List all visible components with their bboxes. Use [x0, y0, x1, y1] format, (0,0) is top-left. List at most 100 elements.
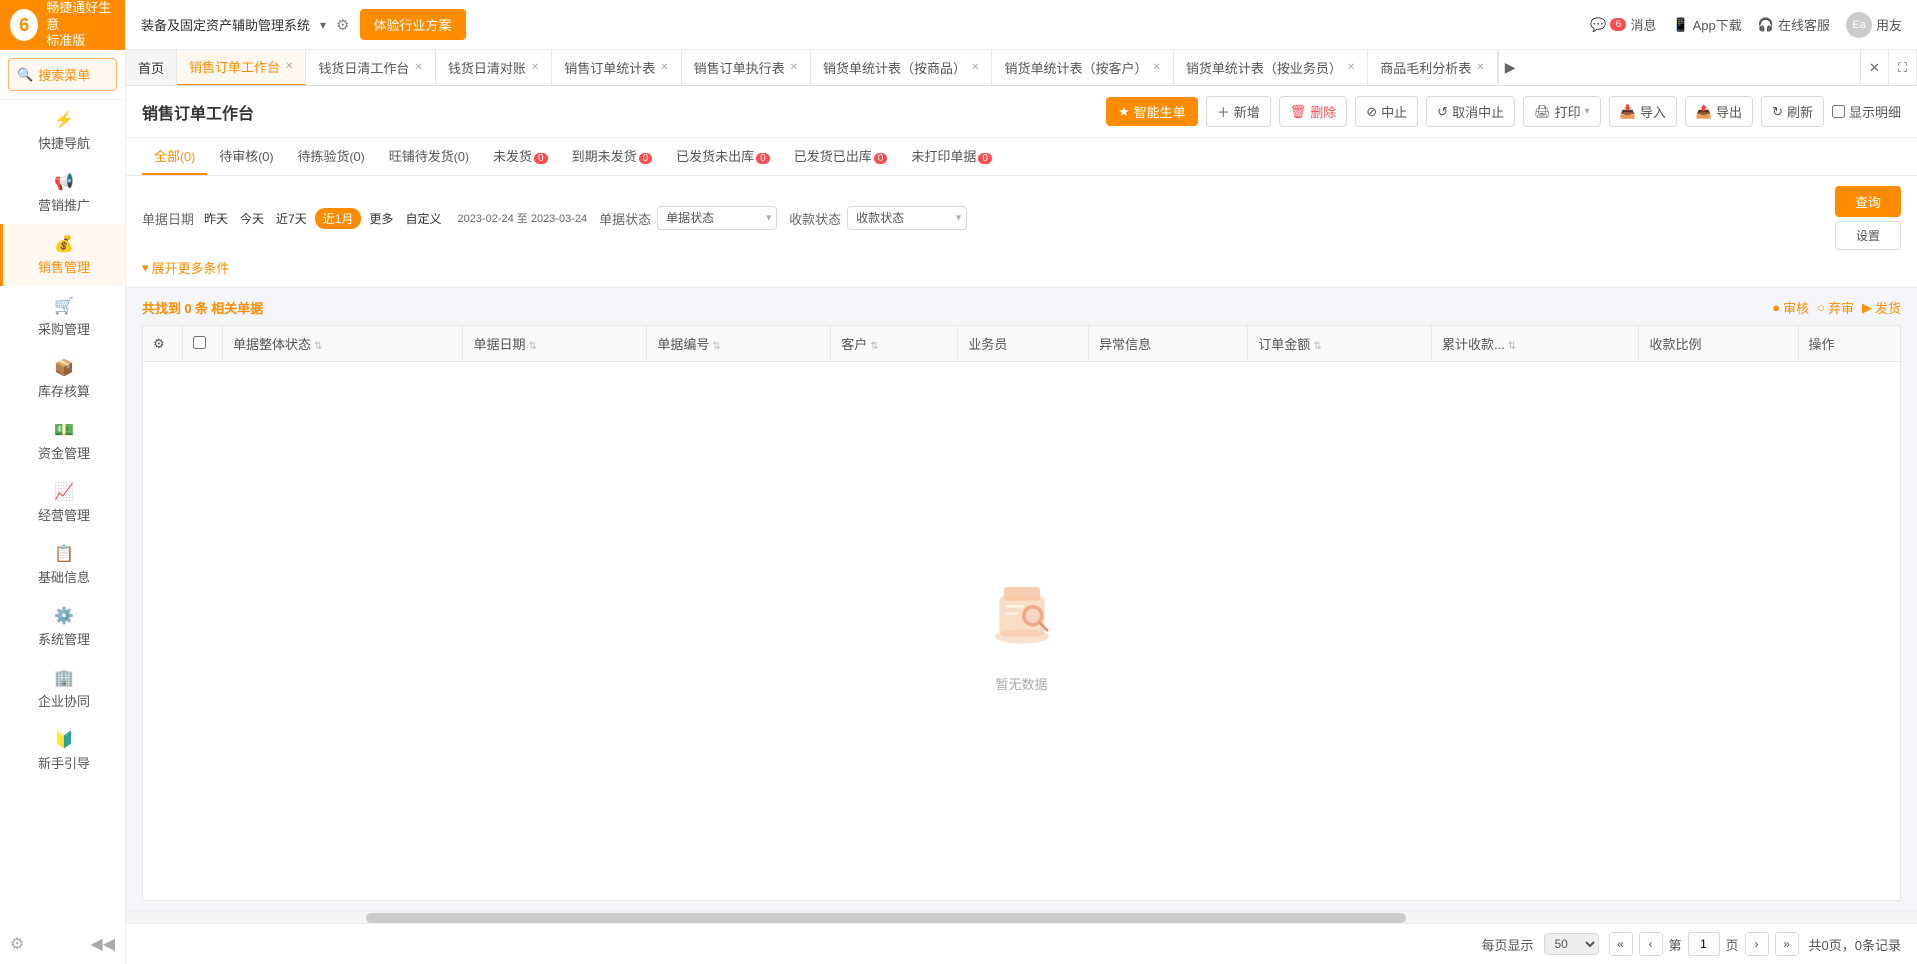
th-settings[interactable]: ⚙: [143, 326, 183, 362]
empty-svg: [977, 569, 1067, 659]
payment-select[interactable]: 收款状态: [847, 206, 967, 230]
tab-gross-profit[interactable]: 商品毛利分析表 ✕: [1368, 50, 1497, 86]
stop-button[interactable]: ⊘ 中止: [1355, 96, 1418, 127]
next-page-button[interactable]: ›: [1745, 932, 1769, 956]
sidebar-item-guide[interactable]: 🔰 新手引导: [0, 720, 125, 782]
prev-page-button[interactable]: ‹: [1639, 932, 1663, 956]
tab-shipment-customer[interactable]: 销货单统计表（按客户） ✕: [992, 50, 1173, 86]
tab-shipment-product[interactable]: 销货单统计表（按商品） ✕: [811, 50, 992, 86]
search-menu-button[interactable]: 🔍 搜索菜单: [8, 58, 117, 91]
settings-icon[interactable]: ⚙: [336, 16, 349, 34]
close-other-tabs-button[interactable]: ✕: [1861, 50, 1889, 86]
th-checkbox[interactable]: [183, 326, 223, 362]
sort-customer-icon[interactable]: ⇅: [870, 341, 878, 352]
status-select[interactable]: 单据状态: [657, 206, 777, 230]
sub-tab-not-printed[interactable]: 未打印单据0: [899, 138, 1004, 175]
last-page-button[interactable]: »: [1775, 932, 1799, 956]
query-button[interactable]: 查询: [1835, 186, 1901, 217]
tab-sales-stats[interactable]: 销售订单统计表 ✕: [552, 50, 681, 86]
tab-close-sales-stats[interactable]: ✕: [660, 62, 668, 73]
tab-close-cash-reconcile[interactable]: ✕: [531, 62, 539, 73]
show-detail-checkbox-label[interactable]: 显示明细: [1832, 102, 1901, 121]
ship-button[interactable]: ▶ 发货: [1862, 298, 1901, 317]
settings-icon[interactable]: ⚙: [10, 934, 24, 954]
scrollbar-thumb[interactable]: [366, 913, 1406, 923]
sub-tab-shipped-not-out[interactable]: 已发货未出库0: [664, 138, 782, 175]
sidebar-item-operation[interactable]: 📈 经营管理: [0, 472, 125, 534]
sidebar-item-purchase[interactable]: 🛒 采购管理: [0, 286, 125, 348]
tab-close-gross-profit[interactable]: ✕: [1476, 62, 1484, 73]
date-yesterday[interactable]: 昨天: [200, 208, 232, 229]
sidebar-item-marketing[interactable]: 📢 营销推广: [0, 162, 125, 224]
sub-tab-shipped-out[interactable]: 已发货已出库0: [782, 138, 900, 175]
message-badge: 6: [1610, 18, 1626, 31]
maximize-tab-button[interactable]: ⛶: [1889, 50, 1917, 86]
tab-home[interactable]: 首页: [126, 50, 177, 86]
online-service-button[interactable]: 🎧 在线客服: [1758, 15, 1830, 34]
tab-cash-daily[interactable]: 钱货日清工作台 ✕: [306, 50, 435, 86]
sort-amount-icon[interactable]: ⇅: [1313, 341, 1321, 352]
app-download-button[interactable]: 📱 App下载: [1672, 15, 1741, 34]
tab-sales-order-workbench[interactable]: 销售订单工作台 ✕: [177, 50, 306, 86]
system-title: 装备及固定资产辅助管理系统: [141, 15, 310, 34]
first-page-button[interactable]: «: [1609, 932, 1633, 956]
message-button[interactable]: 💬 6 消息: [1590, 15, 1656, 34]
add-button[interactable]: ＋ 新增: [1206, 96, 1271, 127]
collapse-sidebar-button[interactable]: ◀◀: [90, 934, 115, 954]
tab-shipment-staff[interactable]: 销货单统计表（按业务员） ✕: [1174, 50, 1368, 86]
tab-cash-reconcile[interactable]: 钱货日清对账 ✕: [436, 50, 552, 86]
sub-tab-all[interactable]: 全部(0): [142, 138, 207, 175]
page-number-input[interactable]: [1688, 932, 1720, 956]
audit-button[interactable]: ● 审核: [1772, 298, 1809, 317]
date-7days[interactable]: 近7天: [272, 208, 311, 229]
page-size-select[interactable]: 50 10 20 100: [1544, 933, 1599, 955]
system-dropdown-button[interactable]: ▾: [320, 18, 326, 32]
cancel-audit-button[interactable]: ○ 弃审: [1817, 298, 1854, 317]
user-menu-button[interactable]: Ea 用友: [1846, 12, 1902, 38]
tab-close-sales-order[interactable]: ✕: [285, 61, 293, 72]
smart-create-button[interactable]: ★ 智能生单: [1106, 97, 1198, 126]
show-detail-checkbox[interactable]: [1832, 105, 1845, 118]
date-custom[interactable]: 自定义: [401, 208, 445, 229]
sub-tab-pending-check[interactable]: 待拣验货(0): [286, 138, 377, 175]
sidebar-item-quick-nav[interactable]: ⚡ 快捷导航: [0, 100, 125, 162]
tab-close-cash-daily[interactable]: ✕: [414, 62, 422, 73]
expand-filter-button[interactable]: ▾ 展开更多条件: [142, 258, 230, 277]
th-staff: 业务员: [958, 326, 1089, 362]
export-button[interactable]: 📤 导出: [1685, 96, 1753, 127]
sort-date-icon[interactable]: ⇅: [529, 341, 537, 352]
sidebar-item-system[interactable]: ⚙️ 系统管理: [0, 596, 125, 658]
sidebar-item-basic[interactable]: 📋 基础信息: [0, 534, 125, 596]
tabs-scroll-right[interactable]: ▶: [1498, 50, 1522, 86]
tab-close-shipment-customer[interactable]: ✕: [1152, 62, 1160, 73]
sub-tab-not-shipped[interactable]: 未发货0: [481, 138, 560, 175]
date-today[interactable]: 今天: [236, 208, 268, 229]
tab-close-sales-exec[interactable]: ✕: [790, 62, 798, 73]
sidebar-item-finance[interactable]: 💵 资金管理: [0, 410, 125, 472]
sub-tab-wangpu[interactable]: 旺铺待发货(0): [377, 138, 481, 175]
sort-status-icon[interactable]: ⇅: [314, 341, 322, 352]
sidebar-item-enterprise[interactable]: 🏢 企业协同: [0, 658, 125, 720]
cancel-stop-button[interactable]: ↺ 取消中止: [1426, 96, 1515, 127]
import-button[interactable]: 📥 导入: [1609, 96, 1677, 127]
tab-close-shipment-product[interactable]: ✕: [971, 62, 979, 73]
tab-sales-exec[interactable]: 销售订单执行表 ✕: [682, 50, 811, 86]
refresh-button[interactable]: ↻ 刷新: [1761, 96, 1824, 127]
solution-button[interactable]: 体验行业方案: [360, 9, 466, 40]
date-more[interactable]: 更多: [365, 208, 397, 229]
settings-button[interactable]: 设置: [1835, 221, 1901, 250]
date-1month[interactable]: 近1月: [315, 208, 362, 229]
sidebar-item-sales[interactable]: 💰 销售管理: [0, 224, 125, 286]
tab-close-shipment-staff[interactable]: ✕: [1347, 62, 1355, 73]
sub-tab-pending-review[interactable]: 待审核(0): [207, 138, 285, 175]
table-header-row: ⚙ 单据整体状态⇅ 单据日期⇅ 单据编号⇅ 客户⇅ 业务员 异常信息 订单金额⇅…: [143, 326, 1901, 362]
sidebar-item-inventory[interactable]: 📦 库存核算: [0, 348, 125, 410]
delete-button[interactable]: 🗑 删除: [1279, 96, 1348, 127]
th-exception: 异常信息: [1089, 326, 1248, 362]
sort-number-icon[interactable]: ⇅: [712, 341, 720, 352]
sort-collected-icon[interactable]: ⇅: [1508, 341, 1516, 352]
sub-tab-expired-not-shipped[interactable]: 到期未发货0: [560, 138, 665, 175]
horizontal-scrollbar[interactable]: [126, 911, 1917, 923]
select-all-checkbox[interactable]: [193, 336, 206, 349]
print-button[interactable]: 🖨 打印 ▾: [1523, 96, 1601, 127]
